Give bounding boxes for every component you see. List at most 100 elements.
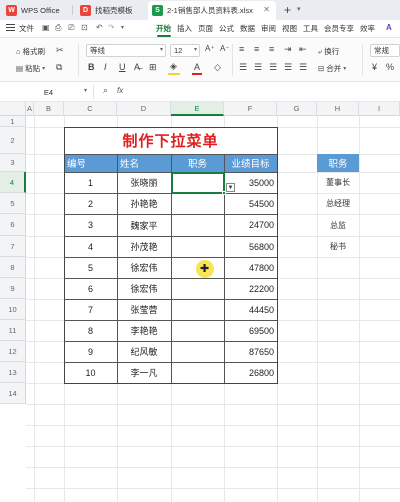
new-tab-icon[interactable]: + <box>284 3 291 17</box>
cell-target[interactable]: 56800 <box>224 236 277 257</box>
save-icon[interactable]: ▣ <box>42 23 50 32</box>
row-header-6[interactable]: 6 <box>0 214 26 236</box>
hamburger-icon[interactable] <box>6 24 15 32</box>
cell-name[interactable]: 孙艳艳 <box>117 193 171 214</box>
cell-id[interactable]: 7 <box>64 299 117 320</box>
row-header-5[interactable]: 5 <box>0 193 26 214</box>
cell-job[interactable] <box>171 299 224 320</box>
job-list-item[interactable]: 总监 <box>317 214 359 236</box>
close-tab-icon[interactable]: ✕ <box>263 5 270 14</box>
menu-page[interactable]: 页面 <box>198 23 213 34</box>
menu-data[interactable]: 数据 <box>240 23 255 34</box>
erase-icon[interactable]: ◇ <box>214 62 221 73</box>
cell-id[interactable]: 1 <box>64 172 117 193</box>
job-list-item[interactable]: 董事长 <box>317 172 359 193</box>
row-header-4[interactable]: 4 <box>0 172 26 193</box>
number-format-select[interactable]: 常规 <box>370 44 400 57</box>
name-box[interactable]: E4 <box>4 85 94 99</box>
sheet-title[interactable]: 制作下拉菜单 <box>64 127 277 154</box>
cell-id[interactable]: 5 <box>64 257 117 278</box>
tab-wps-office[interactable]: W WPS Office <box>2 1 64 20</box>
column-header-a[interactable]: A <box>26 102 34 116</box>
copy-icon[interactable]: ⧉ <box>56 62 62 73</box>
row-header-13[interactable]: 13 <box>0 362 26 383</box>
row-header-12[interactable]: 12 <box>0 341 26 362</box>
job-list-header[interactable]: 职务 <box>317 154 359 172</box>
ai-assistant-icon[interactable]: A <box>386 23 392 32</box>
wrap-text-button[interactable]: ⤶ 换行 <box>318 46 339 57</box>
menu-home[interactable]: 开始 <box>156 23 171 34</box>
cell-id[interactable]: 6 <box>64 278 117 299</box>
row-header-14[interactable]: 14 <box>0 383 26 404</box>
decrease-font-icon[interactable]: A⁻ <box>220 44 230 53</box>
cell-job[interactable] <box>171 341 224 362</box>
percent-icon[interactable]: % <box>386 62 394 72</box>
align-middle-icon[interactable]: ≡ <box>254 44 259 54</box>
menu-efficiency[interactable]: 效率 <box>360 23 375 34</box>
fill-color-icon[interactable]: ◈ <box>170 61 177 72</box>
indent-icon[interactable]: ⇥ <box>284 44 292 55</box>
cell-target[interactable]: 22200 <box>224 278 277 299</box>
column-header-f[interactable]: F <box>224 102 277 116</box>
column-header-d[interactable]: D <box>117 102 171 116</box>
cell-job[interactable] <box>171 362 224 383</box>
row-header-8[interactable]: 8 <box>0 257 26 278</box>
cell-job[interactable] <box>171 193 224 214</box>
column-header-e[interactable]: E <box>171 102 224 116</box>
column-header-c[interactable]: C <box>64 102 117 116</box>
increase-font-icon[interactable]: A⁺ <box>205 44 215 53</box>
menu-view[interactable]: 视图 <box>282 23 297 34</box>
row-header-1[interactable]: 1 <box>0 116 26 127</box>
outdent-icon[interactable]: ⇤ <box>299 44 307 55</box>
align-right-icon[interactable]: ☰ <box>269 62 277 73</box>
cell-name[interactable]: 张莹营 <box>117 299 171 320</box>
italic-icon[interactable]: I <box>104 62 107 72</box>
job-list-item[interactable]: 总经理 <box>317 193 359 214</box>
row-header-7[interactable]: 7 <box>0 236 26 257</box>
dropdown-arrow-button[interactable]: ▼ <box>226 183 235 192</box>
font-size-select[interactable]: 12 ▾ <box>170 44 200 57</box>
cell-job[interactable] <box>171 236 224 257</box>
menu-member[interactable]: 会员专享 <box>324 23 354 34</box>
tab-template[interactable]: D 找稻壳模板 <box>76 1 144 20</box>
header-name[interactable]: 姓名 <box>117 154 171 172</box>
menu-tools[interactable]: 工具 <box>303 23 318 34</box>
menu-review[interactable]: 审阅 <box>261 23 276 34</box>
bold-icon[interactable]: B <box>88 62 95 72</box>
format-painter-button[interactable]: ⌂ 格式刷 <box>16 46 45 57</box>
align-center-icon[interactable]: ☰ <box>254 62 262 73</box>
cell-job[interactable] <box>171 320 224 341</box>
currency-icon[interactable]: ¥ <box>372 62 377 72</box>
header-id[interactable]: 编号 <box>64 154 117 172</box>
cell-target[interactable]: 69500 <box>224 320 277 341</box>
cell-target[interactable]: 26800 <box>224 362 277 383</box>
row-header-3[interactable]: 3 <box>0 154 26 172</box>
tab-spreadsheet[interactable]: S 2-1销售部人员资料表.xlsx ✕ <box>148 1 276 20</box>
row-header-10[interactable]: 10 <box>0 299 26 320</box>
row-header-11[interactable]: 11 <box>0 320 26 341</box>
undo-icon[interactable]: ↶ <box>96 23 103 32</box>
menu-formula[interactable]: 公式 <box>219 23 234 34</box>
align-left-icon[interactable]: ☰ <box>239 62 247 73</box>
job-list-item[interactable]: 秘书 <box>317 236 359 257</box>
align-bottom-icon[interactable]: ≡ <box>269 44 274 54</box>
quick-access-chevron-icon[interactable]: ▾ <box>121 24 124 31</box>
cell-name[interactable]: 纪风敏 <box>117 341 171 362</box>
cell-job[interactable] <box>171 278 224 299</box>
redo-icon[interactable]: ↷ <box>108 23 115 32</box>
name-box-chevron-icon[interactable]: ▾ <box>84 87 87 94</box>
menu-file[interactable]: 文件 <box>19 23 34 34</box>
column-header-b[interactable]: B <box>34 102 64 116</box>
preview-icon[interactable]: ⊡ <box>81 23 88 32</box>
cut-icon[interactable]: ✂ <box>56 45 64 56</box>
cell-id[interactable]: 8 <box>64 320 117 341</box>
justify-icon[interactable]: ☰ <box>284 62 292 73</box>
cell-name[interactable]: 徐宏伟 <box>117 257 171 278</box>
select-all-corner[interactable] <box>0 102 26 116</box>
row-header-2[interactable]: 2 <box>0 127 26 154</box>
font-color-icon[interactable]: A <box>194 62 200 72</box>
align-top-icon[interactable]: ≡ <box>239 44 244 54</box>
cell-name[interactable]: 魏家平 <box>117 214 171 236</box>
cell-target[interactable]: 47800 <box>224 257 277 278</box>
cell-target[interactable]: 24700 <box>224 214 277 236</box>
